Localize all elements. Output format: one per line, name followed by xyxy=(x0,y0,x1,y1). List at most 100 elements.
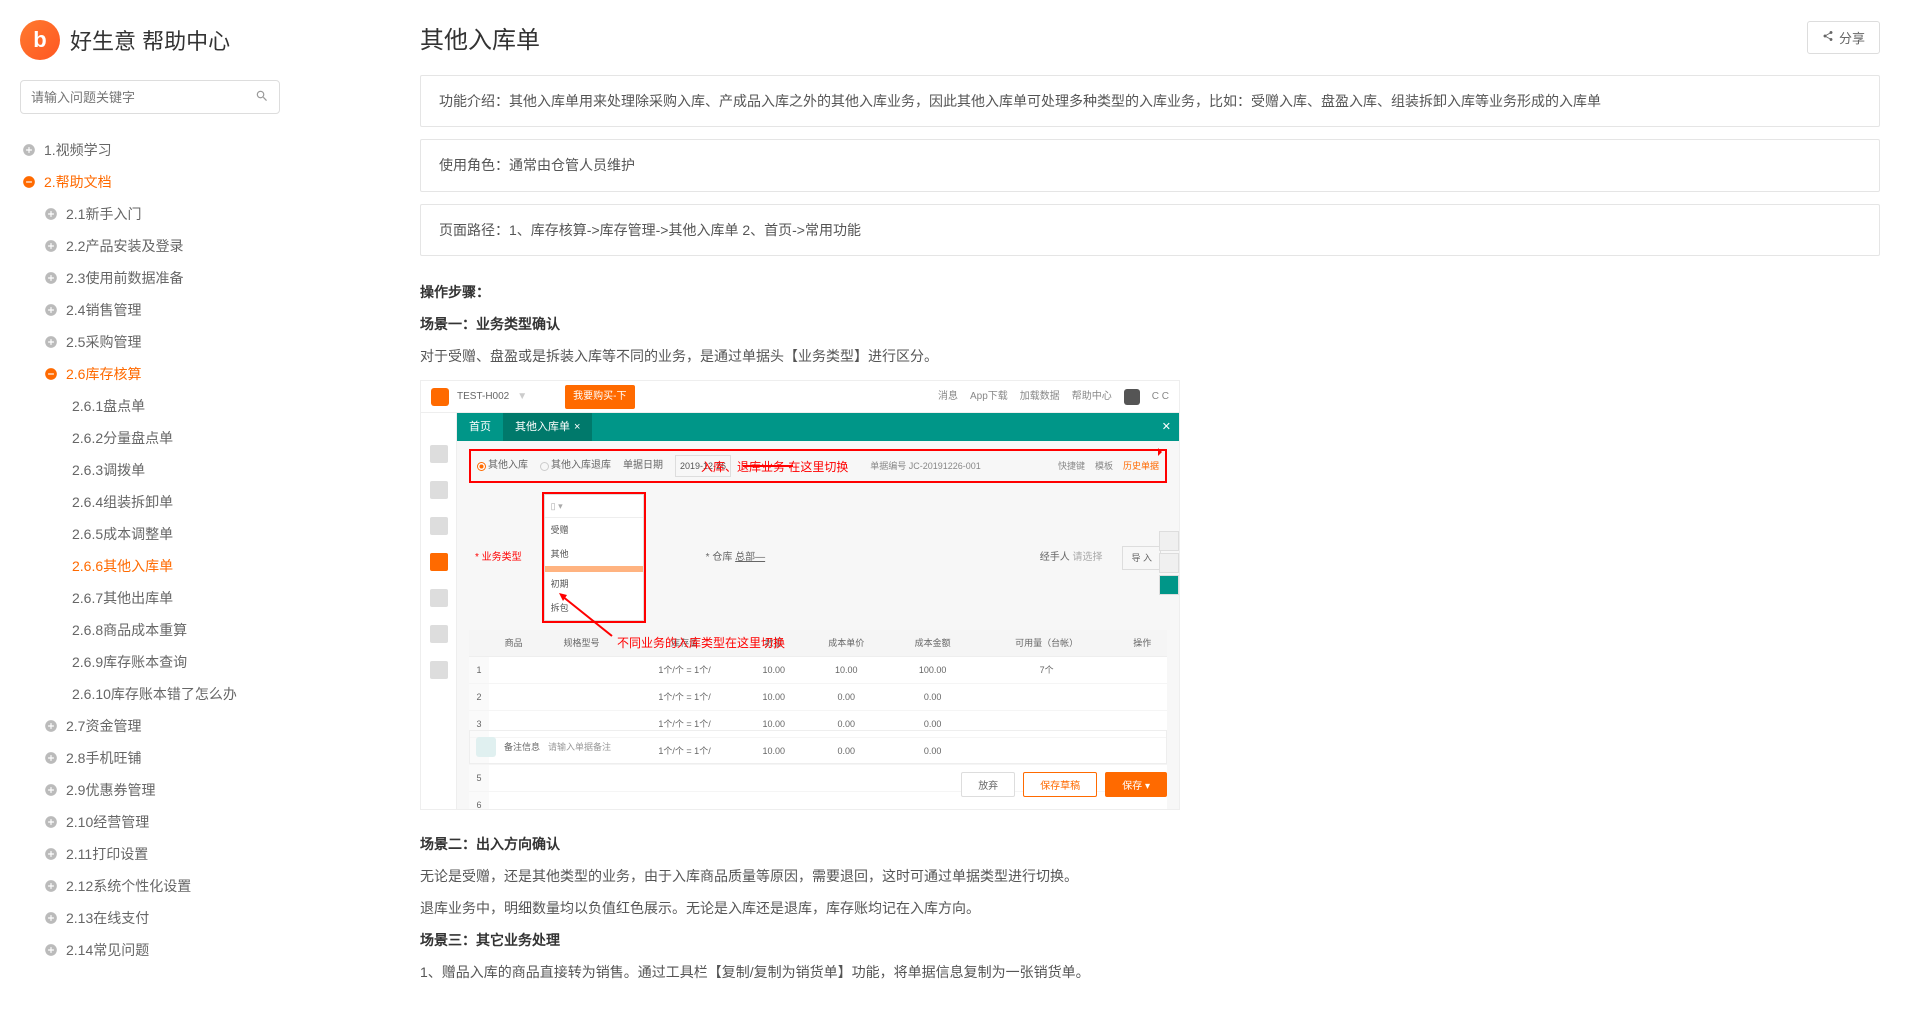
nav-label: 2.6.8商品成本重算 xyxy=(72,620,187,640)
nav-item[interactable]: 2.7资金管理 xyxy=(20,710,280,742)
main-content: 其他入库单 分享 功能介绍：其他入库单用来处理除采购入库、产成品入库之外的其他入… xyxy=(300,0,1920,1030)
scene1-desc: 对于受赠、盘盈或是拆装入库等不同的业务，是通过单据头【业务类型】进行区分。 xyxy=(420,342,1880,370)
nav-item[interactable]: 2.13在线支付 xyxy=(20,902,280,934)
ss-table-cell: 1个/个 = 1个/ xyxy=(625,684,745,711)
ss-table-cell: 0.00 xyxy=(889,684,975,711)
nav-item[interactable]: 2.6.8商品成本重算 xyxy=(20,614,280,646)
nav-item[interactable]: 2.帮助文档 xyxy=(20,166,280,198)
ss-table-cell: 1个/个 = 1个/ xyxy=(625,657,745,684)
ss-tabs: 首页 其他入库单 × ✕ xyxy=(421,413,1179,441)
ss-sidebar-icon[interactable] xyxy=(430,553,448,571)
nav-item[interactable]: 2.1新手入门 xyxy=(20,198,280,230)
article-body: 操作步骤： 场景一：业务类型确认 对于受赠、盘盈或是拆装入库等不同的业务，是通过… xyxy=(420,268,1880,986)
ss-tab-home[interactable]: 首页 xyxy=(457,413,503,441)
nav-item[interactable]: 2.6.3调拨单 xyxy=(20,454,280,486)
ss-link[interactable]: App下载 xyxy=(970,387,1008,407)
plus-icon xyxy=(42,941,60,959)
ss-table-cell: 10.00 xyxy=(744,657,803,684)
share-label: 分享 xyxy=(1839,28,1865,47)
ss-account: TEST-H002 xyxy=(457,387,509,407)
nav-label: 2.6.10库存账本错了怎么办 xyxy=(72,684,237,704)
nav-item[interactable]: 2.6.1盘点单 xyxy=(20,390,280,422)
logo-icon: b xyxy=(20,20,60,60)
scene2-desc1: 无论是受赠，还是其他类型的业务，由于入库商品质量等原因，需要退回，这时可通过单据… xyxy=(420,862,1880,890)
ss-save-button[interactable]: 保存 ▾ xyxy=(1105,772,1167,797)
nav-label: 2.13在线支付 xyxy=(66,908,149,928)
ss-link[interactable]: 消息 xyxy=(938,387,958,407)
nav-item[interactable]: 2.6库存核算 xyxy=(20,358,280,390)
nav-item[interactable]: 2.6.4组装拆卸单 xyxy=(20,486,280,518)
nav-label: 2.6库存核算 xyxy=(66,364,141,384)
ss-tool-icon[interactable] xyxy=(1159,575,1179,595)
nav-item[interactable]: 2.14常见问题 xyxy=(20,934,280,966)
ss-sidebar-icon[interactable] xyxy=(430,589,448,607)
ss-buy-button[interactable]: 我要购买-下 xyxy=(565,385,634,409)
nav-label: 2.14常见问题 xyxy=(66,940,149,960)
ss-table-header: 可用量（台帐） xyxy=(976,630,1118,657)
ss-sidebar-icon[interactable] xyxy=(430,661,448,679)
ss-sidebar-icon[interactable] xyxy=(430,481,448,499)
ss-table-cell: 2 xyxy=(469,684,489,711)
ss-link[interactable]: 加载数据 xyxy=(1020,387,1060,407)
ss-link[interactable]: 帮助中心 xyxy=(1072,387,1112,407)
ss-avatar-icon[interactable] xyxy=(1124,389,1140,405)
ss-table-cell xyxy=(976,684,1118,711)
nav-item[interactable]: 2.6.7其他出库单 xyxy=(20,582,280,614)
ss-tool-icon[interactable] xyxy=(1159,531,1179,551)
nav-item[interactable]: 2.9优惠券管理 xyxy=(20,774,280,806)
ss-import-button[interactable]: 导 入 xyxy=(1122,546,1161,570)
ss-sidebar-icon[interactable] xyxy=(430,625,448,643)
nav-label: 2.11打印设置 xyxy=(66,844,148,864)
scene2-desc2: 退库业务中，明细数量均以负值红色展示。无论是入库还是退库，库存账均记在入库方向。 xyxy=(420,894,1880,922)
ss-annotation: 不同业务的入库类型在这里切换 xyxy=(617,631,785,655)
ss-table-cell xyxy=(489,684,538,711)
share-button[interactable]: 分享 xyxy=(1807,21,1880,54)
nav-item[interactable]: 2.6.5成本调整单 xyxy=(20,518,280,550)
nav-item[interactable]: 2.6.2分量盘点单 xyxy=(20,422,280,454)
nav-label: 2.6.1盘点单 xyxy=(72,396,145,416)
nav-label: 2.6.7其他出库单 xyxy=(72,588,173,608)
nav-item[interactable]: 2.6.6其他入库单 xyxy=(20,550,280,582)
ss-table-cell xyxy=(538,657,624,684)
nav-item[interactable]: 2.10经营管理 xyxy=(20,806,280,838)
plus-icon xyxy=(42,717,60,735)
search-icon[interactable] xyxy=(255,89,269,106)
ss-tool-icon[interactable] xyxy=(1159,553,1179,573)
ss-link[interactable]: 模板 xyxy=(1095,457,1113,475)
nav-label: 2.6.9库存账本查询 xyxy=(72,652,187,672)
nav-item[interactable]: 1.视频学习 xyxy=(20,134,280,166)
search-input[interactable] xyxy=(31,90,255,105)
ss-link[interactable]: 快捷键 xyxy=(1058,457,1085,475)
nav-item[interactable]: 2.2产品安装及登录 xyxy=(20,230,280,262)
nav-item[interactable]: 2.12系统个性化设置 xyxy=(20,870,280,902)
nav-label: 2.7资金管理 xyxy=(66,716,141,736)
nav-item[interactable]: 2.11打印设置 xyxy=(20,838,280,870)
ss-radio-in[interactable]: 其他入库 xyxy=(477,456,528,476)
ss-draft-button[interactable]: 保存草稿 xyxy=(1023,772,1097,797)
ss-sidebar-icon[interactable] xyxy=(430,517,448,535)
ss-table-header: 操作 xyxy=(1118,630,1167,657)
nav-item[interactable]: 2.4销售管理 xyxy=(20,294,280,326)
ss-radio-return[interactable]: 其他入库退库 xyxy=(540,456,611,476)
nav-item[interactable]: 2.6.10库存账本错了怎么办 xyxy=(20,678,280,710)
ss-link[interactable]: 历史单据 xyxy=(1123,457,1159,475)
ss-table-cell: 100.00 xyxy=(889,657,975,684)
sidebar: b 好生意 帮助中心 1.视频学习2.帮助文档2.1新手入门2.2产品安装及登录… xyxy=(0,0,300,1030)
logo-text: 好生意 帮助中心 xyxy=(70,24,230,56)
ss-note-area[interactable]: 备注信息 请输入单据备注 xyxy=(469,730,1167,764)
ss-table-cell: 10.00 xyxy=(744,684,803,711)
search-box[interactable] xyxy=(20,80,280,114)
nav-label: 2.8手机旺铺 xyxy=(66,748,141,768)
ss-topbar: TEST-H002 ▼ 我要购买-下 消息 App下载 加载数据 帮助中心 C … xyxy=(421,381,1179,413)
scene3-desc: 1、赠品入库的商品直接转为销售。通过工具栏【复制/复制为销货单】功能，将单据信息… xyxy=(420,958,1880,986)
nav-item[interactable]: 2.6.9库存账本查询 xyxy=(20,646,280,678)
nav-item[interactable]: 2.5采购管理 xyxy=(20,326,280,358)
nav-item[interactable]: 2.3使用前数据准备 xyxy=(20,262,280,294)
ss-cancel-button[interactable]: 放弃 xyxy=(961,772,1015,797)
ss-note-icon xyxy=(476,737,496,757)
ss-sidebar-icon[interactable] xyxy=(430,445,448,463)
ss-close-icon[interactable]: ✕ xyxy=(1162,416,1171,438)
ss-sidebar xyxy=(421,413,457,809)
ss-tab-active[interactable]: 其他入库单 × xyxy=(503,413,592,441)
nav-item[interactable]: 2.8手机旺铺 xyxy=(20,742,280,774)
